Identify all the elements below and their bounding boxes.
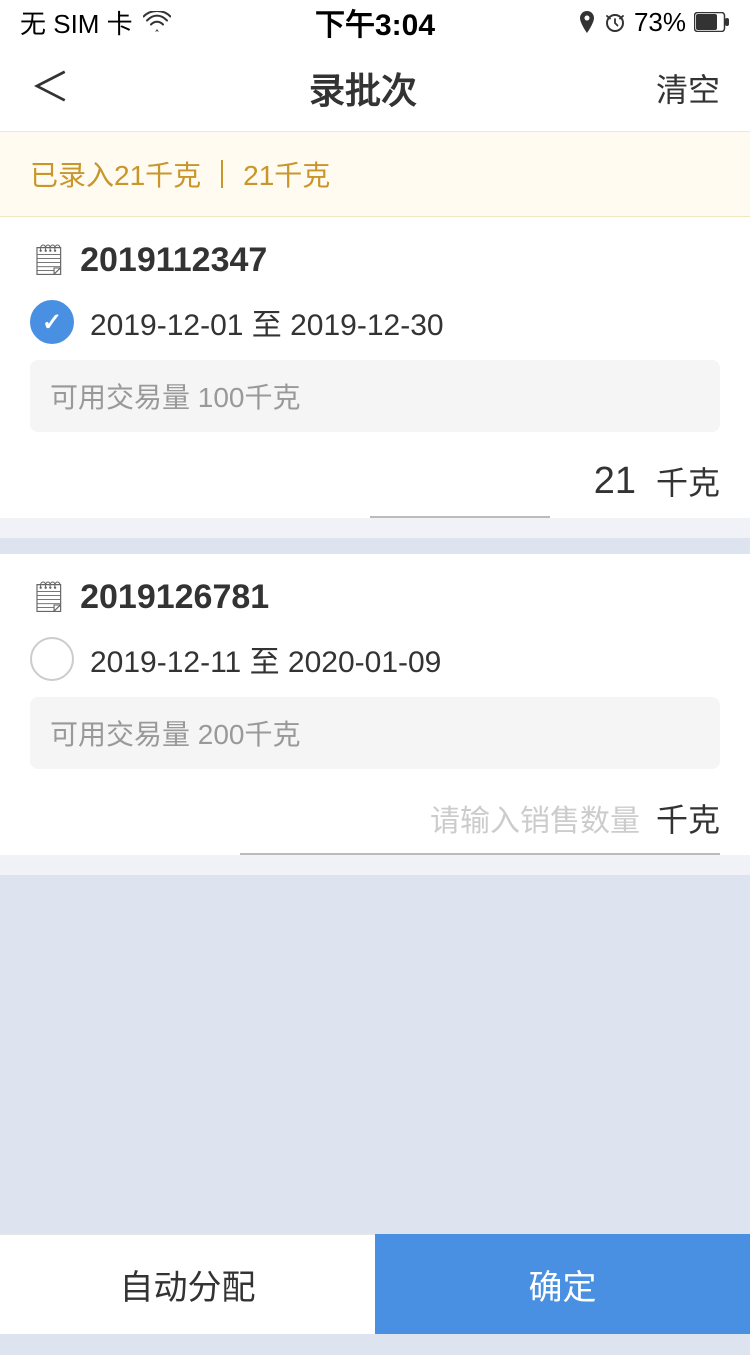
batch-2-quantity-placeholder: 请输入销售数量 (30, 796, 640, 840)
recorded-label: 已录入21千克 (30, 154, 201, 194)
alarm-icon (604, 11, 626, 33)
batch-1-quantity-value: 21 (594, 460, 636, 503)
nav-bar: ＜ 录批次 清空 (0, 44, 750, 132)
batch-2-id: 2019126781 (80, 578, 269, 617)
batch-1-id: 2019112347 (80, 241, 267, 280)
batch-2-header: 🗒 2019126781 (0, 554, 750, 629)
batch-1-separator (370, 516, 550, 518)
auto-distribute-button[interactable]: 自动分配 (0, 1234, 375, 1334)
battery-icon (694, 12, 730, 32)
carrier-label: 无 SIM 卡 (20, 4, 133, 41)
batch-2-radio[interactable] (30, 637, 74, 681)
wifi-icon (143, 11, 171, 33)
batch-card-2: 🗒 2019126781 2019-12-11 至 2020-01-09 可用交… (0, 554, 750, 855)
batch-1-header: 🗒 2019112347 (0, 217, 750, 292)
batch-2-icon: 🗒 (30, 580, 68, 615)
batch-1-unit: 千克 (656, 458, 720, 504)
banner-divider (221, 160, 223, 188)
batch-2-unit: 千克 (656, 795, 720, 841)
batch-1-avail-text: 可用交易量 100千克 (50, 382, 301, 413)
batch-1-avail: 可用交易量 100千克 (30, 360, 720, 432)
batch-1-radio[interactable] (30, 300, 74, 344)
card-divider (0, 538, 750, 554)
info-banner: 已录入21千克 21千克 (0, 132, 750, 217)
status-right: 73% (578, 7, 730, 38)
back-button[interactable]: ＜ (30, 68, 70, 108)
status-left: 无 SIM 卡 (20, 4, 171, 41)
batch-2-separator (240, 853, 720, 855)
page-title: 录批次 (309, 62, 417, 114)
clear-button[interactable]: 清空 (656, 65, 720, 111)
location-icon (578, 11, 596, 33)
batch-1-icon: 🗒 (30, 243, 68, 278)
batch-card-1: 🗒 2019112347 2019-12-01 至 2019-12-30 可用交… (0, 217, 750, 518)
bottom-bar: 自动分配 确定 (0, 1234, 750, 1334)
batch-2-avail-text: 可用交易量 200千克 (50, 719, 301, 750)
batch-1-quantity-row: 21 千克 (0, 448, 750, 510)
batch-2-input-row: 请输入销售数量 千克 (0, 785, 750, 847)
batch-2-date: 2019-12-11 至 2020-01-09 (90, 637, 441, 681)
status-time: 下午3:04 (315, 0, 435, 44)
battery-label: 73% (634, 7, 686, 38)
batch-2-row[interactable]: 2019-12-11 至 2020-01-09 (0, 629, 750, 693)
batch-1-row[interactable]: 2019-12-01 至 2019-12-30 (0, 292, 750, 356)
confirm-button[interactable]: 确定 (375, 1234, 750, 1334)
batch-2-avail: 可用交易量 200千克 (30, 697, 720, 769)
batch-1-date: 2019-12-01 至 2019-12-30 (90, 300, 444, 344)
status-bar: 无 SIM 卡 下午3:04 73% (0, 0, 750, 44)
recorded-value: 21千克 (243, 154, 330, 194)
